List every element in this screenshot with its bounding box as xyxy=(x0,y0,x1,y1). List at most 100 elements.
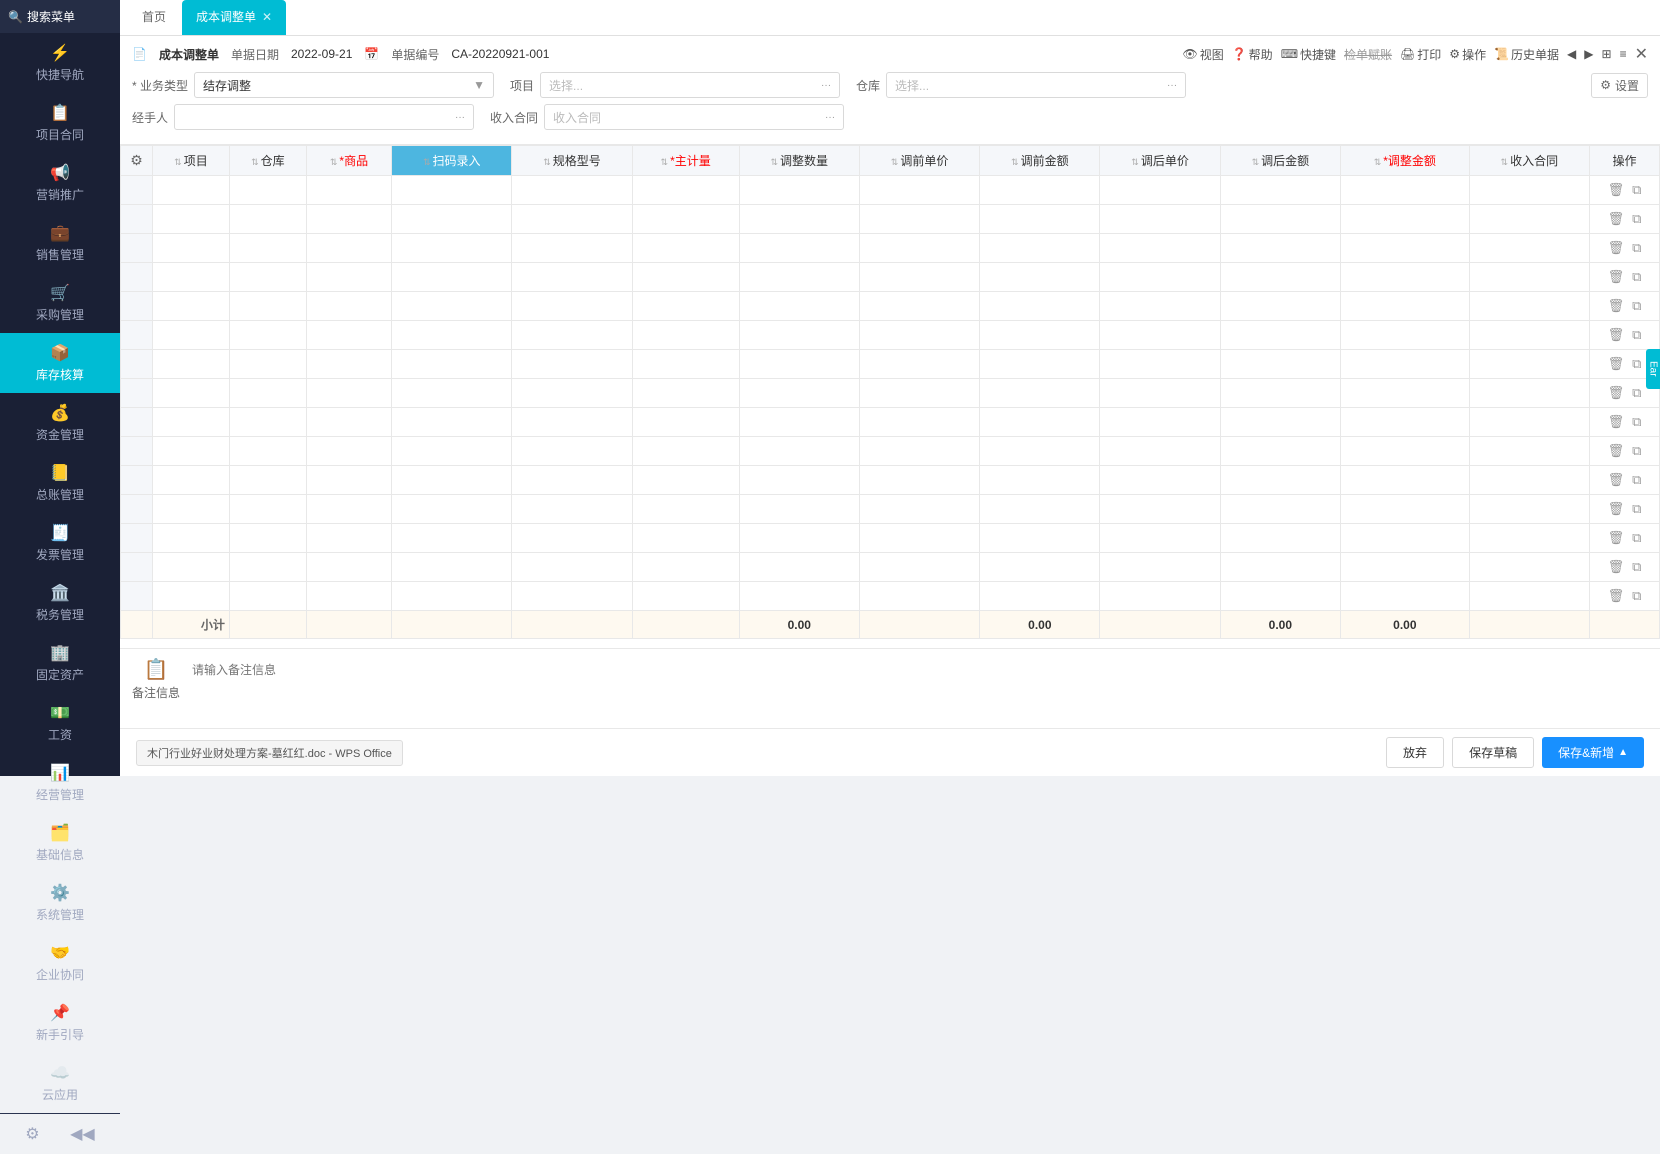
cell-before_price-2[interactable] xyxy=(859,205,979,234)
sidebar-item-fixed-assets[interactable]: 🏢固定资产 xyxy=(0,633,120,693)
collapse-icon[interactable]: ◀◀ xyxy=(70,1124,95,1144)
cell-before_price-14[interactable] xyxy=(859,553,979,582)
row-copy-btn-3[interactable]: ⧉ xyxy=(1630,238,1643,258)
sidebar-item-inventory[interactable]: 📦库存核算 xyxy=(0,333,120,393)
settings-btn[interactable]: ⚙ ⚙ 设置 设置 xyxy=(1591,73,1648,98)
cell-warehouse-15[interactable] xyxy=(229,582,306,611)
sidebar-item-basic-info[interactable]: 🗂️基础信息 xyxy=(0,813,120,873)
cell-before_price-8[interactable] xyxy=(859,379,979,408)
cell-goods-4[interactable] xyxy=(306,263,391,292)
cell-before_price-10[interactable] xyxy=(859,437,979,466)
sort-icon-unit[interactable]: ⇅ xyxy=(661,157,669,167)
cell-goods-14[interactable] xyxy=(306,553,391,582)
cell-after_price-14[interactable] xyxy=(1100,553,1220,582)
cell-adjust_amount-15[interactable] xyxy=(1340,582,1469,611)
sidebar-item-finance[interactable]: 💰资金管理 xyxy=(0,393,120,453)
cell-goods-7[interactable] xyxy=(306,350,391,379)
cell-adjust_amount-1[interactable] xyxy=(1340,176,1469,205)
sort-icon-after_price[interactable]: ⇅ xyxy=(1131,157,1139,167)
tab-close-cost-adjust[interactable]: ✕ xyxy=(262,10,272,24)
cell-after_amount-6[interactable] xyxy=(1220,321,1340,350)
cell-adjust_amount-10[interactable] xyxy=(1340,437,1469,466)
sidebar-item-quick-nav[interactable]: ⚡快捷导航 xyxy=(0,33,120,93)
discard-button[interactable]: 放弃 xyxy=(1386,737,1444,768)
cell-adjust_amount-7[interactable] xyxy=(1340,350,1469,379)
right-edge-handle[interactable]: Ear xyxy=(1646,349,1660,389)
cell-after_amount-14[interactable] xyxy=(1220,553,1340,582)
row-delete-btn-2[interactable]: 🗑 xyxy=(1606,209,1627,229)
row-delete-btn-4[interactable]: 🗑 xyxy=(1606,267,1627,287)
cell-after_amount-10[interactable] xyxy=(1220,437,1340,466)
cell-after_amount-8[interactable] xyxy=(1220,379,1340,408)
cell-warehouse-3[interactable] xyxy=(229,234,306,263)
cell-before_price-13[interactable] xyxy=(859,524,979,553)
agent-input[interactable]: ··· xyxy=(174,104,474,130)
cell-spec-1[interactable] xyxy=(512,176,632,205)
sidebar-item-guide[interactable]: 📌新手引导 xyxy=(0,993,120,1053)
cell-project-7[interactable] xyxy=(153,350,230,379)
cell-project-10[interactable] xyxy=(153,437,230,466)
cell-after_price-13[interactable] xyxy=(1100,524,1220,553)
cell-adjust_amount-3[interactable] xyxy=(1340,234,1469,263)
cell-adjust_amount-9[interactable] xyxy=(1340,408,1469,437)
cell-income_contract-14[interactable] xyxy=(1469,553,1589,582)
cell-project-1[interactable] xyxy=(153,176,230,205)
row-delete-btn-7[interactable]: 🗑 xyxy=(1606,354,1627,374)
cell-qty-15[interactable] xyxy=(739,582,859,611)
cell-before_amount-7[interactable] xyxy=(980,350,1100,379)
notes-textarea[interactable] xyxy=(188,657,1648,707)
tab-cost-adjust[interactable]: 成本调整单✕ xyxy=(182,0,286,35)
cell-scan-14[interactable] xyxy=(392,553,512,582)
cell-goods-5[interactable] xyxy=(306,292,391,321)
cell-warehouse-14[interactable] xyxy=(229,553,306,582)
cell-after_price-8[interactable] xyxy=(1100,379,1220,408)
cell-goods-1[interactable] xyxy=(306,176,391,205)
sidebar-search[interactable]: 🔍 搜索菜单 xyxy=(0,0,120,33)
cell-before_price-4[interactable] xyxy=(859,263,979,292)
cell-before_price-3[interactable] xyxy=(859,234,979,263)
sort-icon-goods[interactable]: ⇅ xyxy=(330,157,338,167)
cell-before_price-7[interactable] xyxy=(859,350,979,379)
row-delete-btn-12[interactable]: 🗑 xyxy=(1606,499,1627,519)
sidebar-item-ledger[interactable]: 📒总账管理 xyxy=(0,453,120,513)
cell-scan-8[interactable] xyxy=(392,379,512,408)
cell-scan-5[interactable] xyxy=(392,292,512,321)
sidebar-item-sales[interactable]: 💼销售管理 xyxy=(0,213,120,273)
cell-adjust_amount-8[interactable] xyxy=(1340,379,1469,408)
cell-qty-5[interactable] xyxy=(739,292,859,321)
cell-before_amount-12[interactable] xyxy=(980,495,1100,524)
cell-scan-6[interactable] xyxy=(392,321,512,350)
sidebar-item-ops[interactable]: 📊经营管理 xyxy=(0,753,120,813)
cell-qty-1[interactable] xyxy=(739,176,859,205)
cell-project-4[interactable] xyxy=(153,263,230,292)
cell-after_price-4[interactable] xyxy=(1100,263,1220,292)
cell-spec-5[interactable] xyxy=(512,292,632,321)
sidebar-item-payroll[interactable]: 💵工资 xyxy=(0,693,120,753)
cell-after_amount-13[interactable] xyxy=(1220,524,1340,553)
sort-icon-project[interactable]: ⇅ xyxy=(174,157,182,167)
cell-income_contract-9[interactable] xyxy=(1469,408,1589,437)
sort-icon-warehouse[interactable]: ⇅ xyxy=(251,157,259,167)
cell-scan-13[interactable] xyxy=(392,524,512,553)
row-copy-btn-9[interactable]: ⧉ xyxy=(1630,412,1643,432)
cell-before_amount-15[interactable] xyxy=(980,582,1100,611)
sidebar-item-cloud[interactable]: ☁️云应用 xyxy=(0,1053,120,1113)
cell-warehouse-6[interactable] xyxy=(229,321,306,350)
cell-warehouse-7[interactable] xyxy=(229,350,306,379)
row-delete-btn-5[interactable]: 🗑 xyxy=(1606,296,1627,316)
cell-after_amount-1[interactable] xyxy=(1220,176,1340,205)
cell-before_amount-9[interactable] xyxy=(980,408,1100,437)
cell-adjust_amount-4[interactable] xyxy=(1340,263,1469,292)
cell-unit-6[interactable] xyxy=(632,321,739,350)
ops-btn[interactable]: ⚙ 操作 xyxy=(1449,46,1486,63)
cell-income_contract-7[interactable] xyxy=(1469,350,1589,379)
cell-adjust_amount-5[interactable] xyxy=(1340,292,1469,321)
cell-unit-1[interactable] xyxy=(632,176,739,205)
cell-before_amount-5[interactable] xyxy=(980,292,1100,321)
cell-unit-4[interactable] xyxy=(632,263,739,292)
cell-warehouse-9[interactable] xyxy=(229,408,306,437)
cell-spec-8[interactable] xyxy=(512,379,632,408)
cell-scan-11[interactable] xyxy=(392,466,512,495)
cell-after_price-9[interactable] xyxy=(1100,408,1220,437)
layout1-btn[interactable]: ⊞ xyxy=(1602,47,1612,61)
